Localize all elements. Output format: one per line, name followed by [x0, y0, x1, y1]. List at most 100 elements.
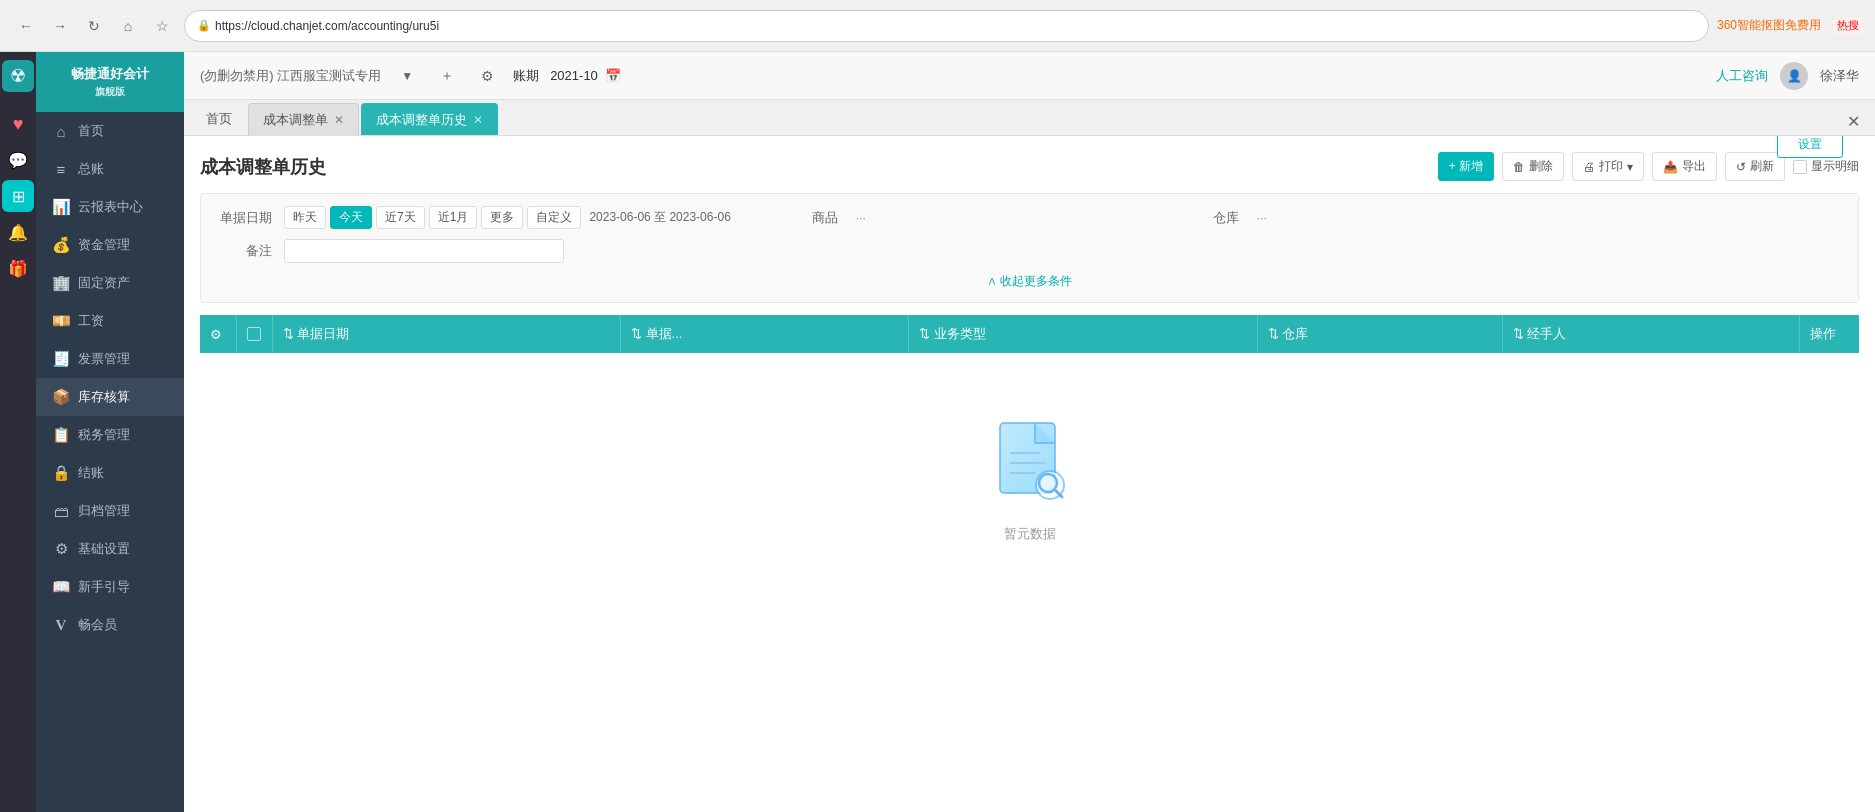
bookmark-button[interactable]: ☆	[148, 12, 176, 40]
sidebar-item-tax[interactable]: 📋 税务管理	[36, 416, 184, 454]
product-ellipsis[interactable]: ···	[850, 209, 872, 227]
calendar-icon[interactable]: 📅	[605, 68, 621, 83]
sidebar-label-guide: 新手引导	[78, 578, 130, 596]
inventory-icon: 📦	[52, 388, 70, 406]
sidebar-item-payroll[interactable]: 💴 工资	[36, 302, 184, 340]
add-company-button[interactable]: ＋	[433, 62, 461, 90]
payroll-icon: 💴	[52, 312, 70, 330]
refresh-button[interactable]: ↺ 刷新	[1725, 152, 1785, 181]
date-today[interactable]: 今天	[330, 206, 372, 229]
icon-bar-gift[interactable]: 🎁	[2, 252, 34, 284]
tab-cost-adjust-history-label: 成本调整单历史	[376, 111, 467, 129]
sidebar-item-home[interactable]: ⌂ 首页	[36, 112, 184, 150]
forward-button[interactable]: →	[46, 12, 74, 40]
empty-state: 暂元数据	[200, 353, 1859, 603]
th-ops-label: 操作	[1810, 326, 1836, 341]
icon-bar-bell[interactable]: 🔔	[2, 216, 34, 248]
date-more[interactable]: 更多	[481, 206, 523, 229]
date-custom[interactable]: 自定义	[527, 206, 581, 229]
icon-bar-logo: ☢	[2, 60, 34, 92]
home-browser-button[interactable]: ⌂	[114, 12, 142, 40]
date-shortcuts: 昨天 今天 近7天 近1月 更多 自定义 2023-06-06 至 2023-0…	[284, 206, 731, 229]
tax-icon: 📋	[52, 426, 70, 444]
table-settings-button[interactable]: 设置	[1777, 136, 1843, 158]
invoice-icon: 🧾	[52, 350, 70, 368]
sidebar-item-reports[interactable]: 📊 云报表中心	[36, 188, 184, 226]
header-checkbox[interactable]	[247, 327, 261, 341]
icon-bar-apps[interactable]: ⊞	[2, 180, 34, 212]
tab-cost-adjust-close[interactable]: ✕	[334, 113, 344, 127]
collapse-icon: ∧	[987, 274, 997, 288]
sidebar-label-ledger: 总账	[78, 160, 104, 178]
guide-icon: 📖	[52, 578, 70, 596]
sidebar-logo: 畅捷通好会计 旗舰版	[36, 52, 184, 112]
tab-cost-adjust[interactable]: 成本调整单 ✕	[248, 103, 359, 135]
sidebar-item-archive[interactable]: 🗃 归档管理	[36, 492, 184, 530]
sidebar-label-settings: 基础设置	[78, 540, 130, 558]
th-checkbox[interactable]	[236, 315, 272, 353]
sidebar-item-settings[interactable]: ⚙ 基础设置	[36, 530, 184, 568]
sort-handler-icon[interactable]: ⇅	[1513, 326, 1524, 341]
th-number: ⇅ 单据...	[620, 315, 908, 353]
export-button[interactable]: 📤 导出	[1652, 152, 1717, 181]
th-settings[interactable]: ⚙	[200, 315, 236, 353]
print-button[interactable]: 🖨 打印 ▾	[1572, 152, 1644, 181]
tab-home[interactable]: 首页	[192, 103, 246, 135]
sort-number-icon[interactable]: ⇅	[631, 326, 642, 341]
tab-cost-adjust-history-close[interactable]: ✕	[473, 113, 483, 127]
sidebar-item-funds[interactable]: 💰 资金管理	[36, 226, 184, 264]
company-dropdown-button[interactable]: ▼	[393, 62, 421, 90]
settings-col-icon[interactable]: ⚙	[210, 327, 222, 342]
icon-bar-chat[interactable]: 💬	[2, 144, 34, 176]
tab-cost-adjust-history[interactable]: 成本调整单历史 ✕	[361, 103, 498, 135]
header-row: ⚙ ⇅ 单据日期 ⇅ 单据...	[200, 315, 1859, 353]
filter-row-date: 单据日期 昨天 今天 近7天 近1月 更多 自定义 2023-06-06 至 2…	[217, 206, 1842, 229]
icon-bar: ☢ ♥ 💬 ⊞ 🔔 🎁	[0, 52, 36, 812]
date-1month[interactable]: 近1月	[429, 206, 478, 229]
date-range-display: 2023-06-06 至 2023-06-06	[589, 209, 730, 226]
sidebar-label-funds: 资金管理	[78, 236, 130, 254]
sort-date-icon[interactable]: ⇅	[283, 326, 294, 341]
delete-button[interactable]: 🗑 删除	[1502, 152, 1564, 181]
new-button[interactable]: + 新增	[1438, 152, 1494, 181]
settings-gear-button[interactable]: ⚙	[473, 62, 501, 90]
sidebar-item-inventory[interactable]: 📦 库存核算	[36, 378, 184, 416]
back-button[interactable]: ←	[12, 12, 40, 40]
sidebar-item-guide[interactable]: 📖 新手引导	[36, 568, 184, 606]
sidebar-label-assets: 固定资产	[78, 274, 130, 292]
sidebar-label-invoice: 发票管理	[78, 350, 130, 368]
remark-input[interactable]	[284, 239, 564, 263]
warehouse-ellipsis[interactable]: ···	[1251, 209, 1273, 227]
sidebar-item-close[interactable]: 🔒 结账	[36, 454, 184, 492]
th-warehouse-label: 仓库	[1282, 326, 1308, 341]
browser-nav[interactable]: ← → ↻ ⌂ ☆	[12, 12, 176, 40]
refresh-browser-button[interactable]: ↻	[80, 12, 108, 40]
sort-warehouse-icon[interactable]: ⇅	[1268, 326, 1279, 341]
sidebar-label-reports: 云报表中心	[78, 198, 143, 216]
settings-icon: ⚙	[52, 540, 70, 558]
page-title: 成本调整单历史	[200, 155, 326, 179]
date-yesterday[interactable]: 昨天	[284, 206, 326, 229]
sidebar-item-assets[interactable]: 🏢 固定资产	[36, 264, 184, 302]
date-7days[interactable]: 近7天	[376, 206, 425, 229]
sidebar-item-invoice[interactable]: 🧾 发票管理	[36, 340, 184, 378]
address-bar[interactable]: 🔒 https://cloud.chanjet.com/accounting/u…	[184, 10, 1709, 42]
collapse-bar[interactable]: ∧ 收起更多条件	[217, 273, 1842, 290]
table-container: ⚙ ⇅ 单据日期 ⇅ 单据...	[200, 315, 1859, 603]
sidebar-item-ledger[interactable]: ≡ 总账	[36, 150, 184, 188]
sidebar-item-member[interactable]: V 畅会员	[36, 606, 184, 644]
app-container: ☢ ♥ 💬 ⊞ 🔔 🎁 畅捷通好会计 旗舰版 ⌂ 首页 ≡ 总账 📊 云报表中心	[0, 52, 1875, 812]
sidebar-nav: ⌂ 首页 ≡ 总账 📊 云报表中心 💰 资金管理 🏢 固定资产 💴 工资	[36, 112, 184, 812]
icon-bar-social[interactable]: ♥	[2, 108, 34, 140]
sidebar-label-member: 畅会员	[78, 616, 117, 634]
sort-biztype-icon[interactable]: ⇅	[919, 326, 930, 341]
sidebar-label-inventory: 库存核算	[78, 388, 130, 406]
display-checkbox[interactable]	[1793, 160, 1807, 174]
hot-label: 热搜	[1833, 17, 1863, 34]
close-window-button[interactable]: ✕	[1839, 107, 1867, 135]
sidebar-label-home: 首页	[78, 122, 104, 140]
browser-chrome: ← → ↻ ⌂ ☆ 🔒 https://cloud.chanjet.com/ac…	[0, 0, 1875, 52]
consult-button[interactable]: 人工咨询	[1716, 67, 1768, 85]
th-date-label: 单据日期	[297, 326, 349, 341]
empty-cell: 暂元数据	[200, 353, 1859, 603]
